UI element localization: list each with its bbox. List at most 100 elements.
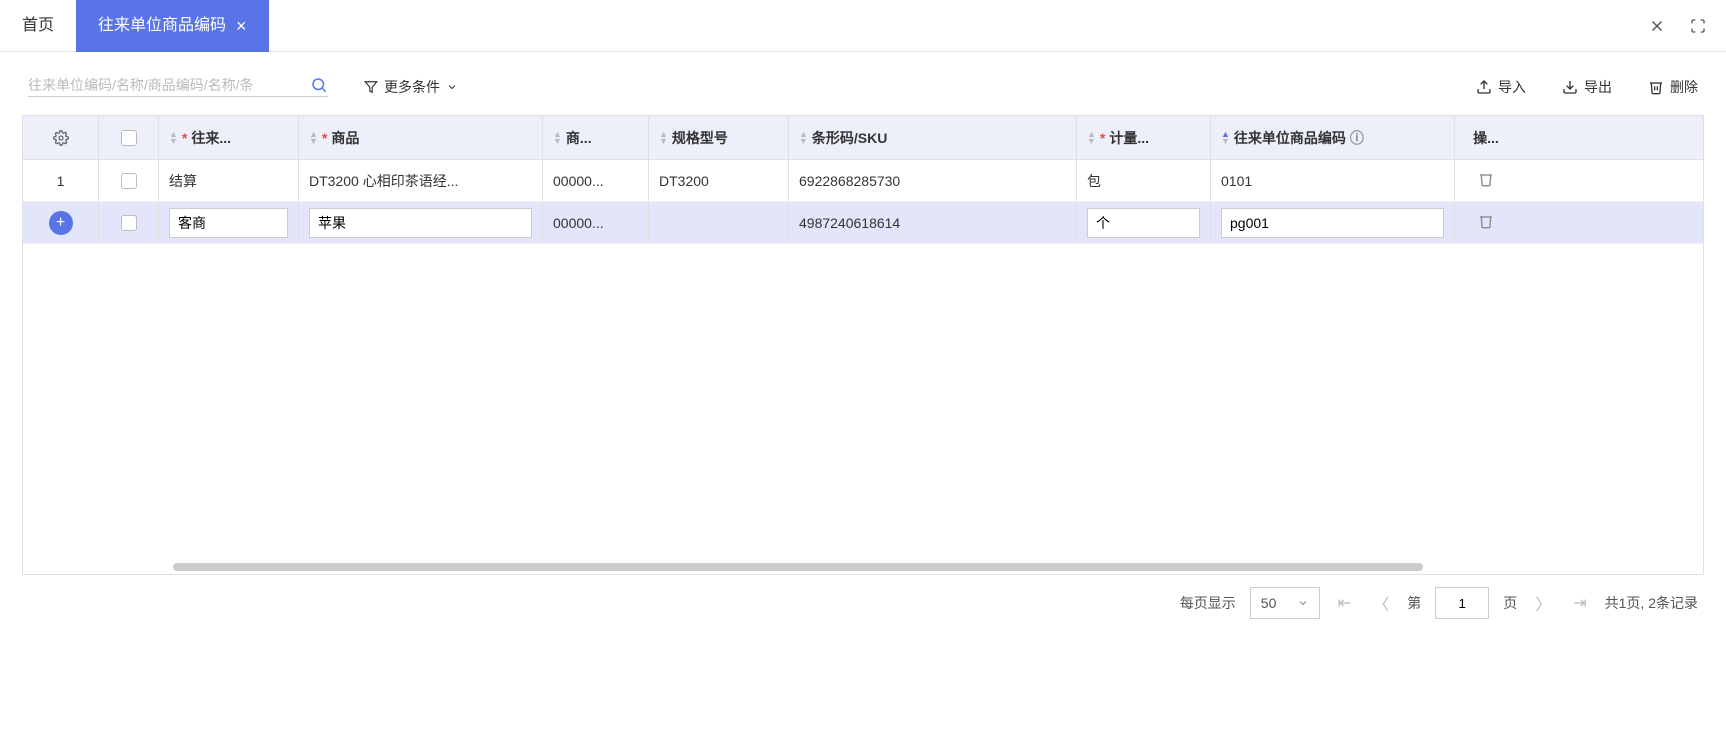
col-productno[interactable]: ▲▼ 商... — [543, 116, 649, 159]
col-settings[interactable] — [23, 116, 99, 159]
row-add[interactable]: + — [23, 202, 99, 243]
export-button[interactable]: 导出 — [1562, 77, 1612, 97]
required-mark: * — [322, 130, 327, 146]
trash-icon — [1648, 79, 1664, 95]
cell-action — [1455, 202, 1517, 243]
page-next-icon[interactable]: 〉 — [1531, 591, 1555, 615]
fullscreen-icon[interactable] — [1690, 18, 1706, 34]
plus-icon: + — [49, 211, 73, 235]
tab-home-label: 首页 — [22, 0, 54, 52]
sort-icon: ▲▼ — [659, 131, 668, 145]
export-icon — [1562, 79, 1578, 95]
chevron-down-icon — [1297, 597, 1309, 609]
cell-productno: 00000... — [543, 202, 649, 243]
required-mark: * — [1100, 130, 1105, 146]
col-code[interactable]: ▲▼ 往来单位商品编码 ⓘ — [1211, 116, 1455, 159]
more-filter-label: 更多条件 — [384, 77, 440, 97]
chevron-down-icon — [446, 81, 458, 93]
row-check[interactable] — [99, 160, 159, 201]
page-last-icon[interactable]: ⇥ — [1569, 593, 1590, 613]
cell-uom[interactable]: 包 — [1077, 160, 1211, 201]
table-row: 1 结算 DT3200 心相印茶语经... 00000... DT3200 69… — [23, 160, 1703, 202]
page-prev-icon[interactable]: 〈 — [1369, 591, 1393, 615]
per-page-value: 50 — [1261, 595, 1277, 611]
cell-code — [1211, 202, 1455, 243]
import-icon — [1476, 79, 1492, 95]
checkbox-all[interactable] — [121, 130, 137, 146]
product-input[interactable] — [309, 208, 532, 238]
search-icon[interactable] — [310, 76, 328, 94]
cell-code[interactable]: 0101 — [1211, 160, 1455, 201]
sort-icon: ▲▼ — [309, 131, 318, 145]
page-di-label: 第 — [1407, 593, 1421, 613]
search-input[interactable] — [28, 77, 310, 93]
uom-input[interactable] — [1087, 208, 1200, 238]
data-table: ▲▼ * 往来... ▲▼ * 商品 ▲▼ 商... ▲▼ 规格型号 ▲▼ 条形… — [22, 115, 1704, 575]
cell-spec: DT3200 — [649, 160, 789, 201]
close-icon[interactable]: × — [236, 17, 247, 35]
page-input[interactable] — [1435, 587, 1489, 619]
col-unit-label: 往来... — [191, 128, 231, 148]
cell-uom — [1077, 202, 1211, 243]
import-label: 导入 — [1498, 77, 1526, 97]
col-product-label: 商品 — [331, 128, 359, 148]
col-code-label: 往来单位商品编码 — [1234, 128, 1346, 148]
per-page-label: 每页显示 — [1180, 593, 1236, 613]
col-product[interactable]: ▲▼ * 商品 — [299, 116, 543, 159]
sort-icon: ▲▼ — [799, 131, 808, 145]
cell-action — [1455, 160, 1517, 201]
cell-barcode: 4987240618614 — [789, 202, 1077, 243]
tab-current[interactable]: 往来单位商品编码 × — [76, 0, 269, 52]
sort-icon: ▲▼ — [1087, 131, 1096, 145]
tab-home[interactable]: 首页 — [0, 0, 76, 52]
row-number: 1 — [23, 160, 99, 201]
help-icon[interactable]: ⓘ — [1350, 128, 1364, 148]
tab-current-label: 往来单位商品编码 — [98, 0, 226, 52]
cell-productno: 00000... — [543, 160, 649, 201]
unit-input[interactable] — [169, 208, 288, 238]
import-button[interactable]: 导入 — [1476, 77, 1526, 97]
col-action-label: 操... — [1473, 128, 1499, 148]
close-all-icon[interactable] — [1648, 17, 1666, 35]
col-uom[interactable]: ▲▼ * 计量... — [1077, 116, 1211, 159]
horizontal-scrollbar[interactable] — [23, 560, 1703, 574]
cell-spec — [649, 202, 789, 243]
gear-icon — [53, 130, 69, 146]
sort-icon: ▲▼ — [1221, 131, 1230, 145]
tab-bar: 首页 往来单位商品编码 × — [0, 0, 1726, 52]
required-mark: * — [182, 130, 187, 146]
code-input[interactable] — [1221, 208, 1444, 238]
cell-product[interactable]: DT3200 心相印茶语经... — [299, 160, 543, 201]
pagination: 每页显示 50 ⇤ 〈 第 页 〉 ⇥ 共1页, 2条记录 — [0, 575, 1726, 631]
more-filter-button[interactable]: 更多条件 — [364, 77, 458, 97]
table-body: 1 结算 DT3200 心相印茶语经... 00000... DT3200 69… — [23, 160, 1703, 560]
row-delete-icon[interactable] — [1478, 171, 1494, 190]
col-check-all[interactable] — [99, 116, 159, 159]
cell-unit — [159, 202, 299, 243]
per-page-select[interactable]: 50 — [1250, 587, 1320, 619]
row-delete-icon[interactable] — [1478, 213, 1494, 232]
export-label: 导出 — [1584, 77, 1612, 97]
checkbox[interactable] — [121, 173, 137, 189]
col-unit[interactable]: ▲▼ * 往来... — [159, 116, 299, 159]
row-check[interactable] — [99, 202, 159, 243]
col-barcode-label: 条形码/SKU — [812, 128, 887, 148]
col-spec[interactable]: ▲▼ 规格型号 — [649, 116, 789, 159]
table-header: ▲▼ * 往来... ▲▼ * 商品 ▲▼ 商... ▲▼ 规格型号 ▲▼ 条形… — [23, 116, 1703, 160]
delete-button[interactable]: 删除 — [1648, 77, 1698, 97]
tab-right-controls — [1648, 17, 1726, 35]
cell-barcode: 6922868285730 — [789, 160, 1077, 201]
page-first-icon[interactable]: ⇤ — [1334, 593, 1355, 613]
page-ye-label: 页 — [1503, 593, 1517, 613]
delete-label: 删除 — [1670, 77, 1698, 97]
checkbox[interactable] — [121, 215, 137, 231]
pagination-summary: 共1页, 2条记录 — [1605, 593, 1698, 613]
table-row: + 00000... 4987240618614 — [23, 202, 1703, 244]
sort-icon: ▲▼ — [553, 131, 562, 145]
col-barcode[interactable]: ▲▼ 条形码/SKU — [789, 116, 1077, 159]
filter-icon — [364, 80, 378, 94]
cell-unit[interactable]: 结算 — [159, 160, 299, 201]
scrollbar-thumb[interactable] — [173, 563, 1423, 571]
col-uom-label: 计量... — [1109, 128, 1149, 148]
cell-product — [299, 202, 543, 243]
